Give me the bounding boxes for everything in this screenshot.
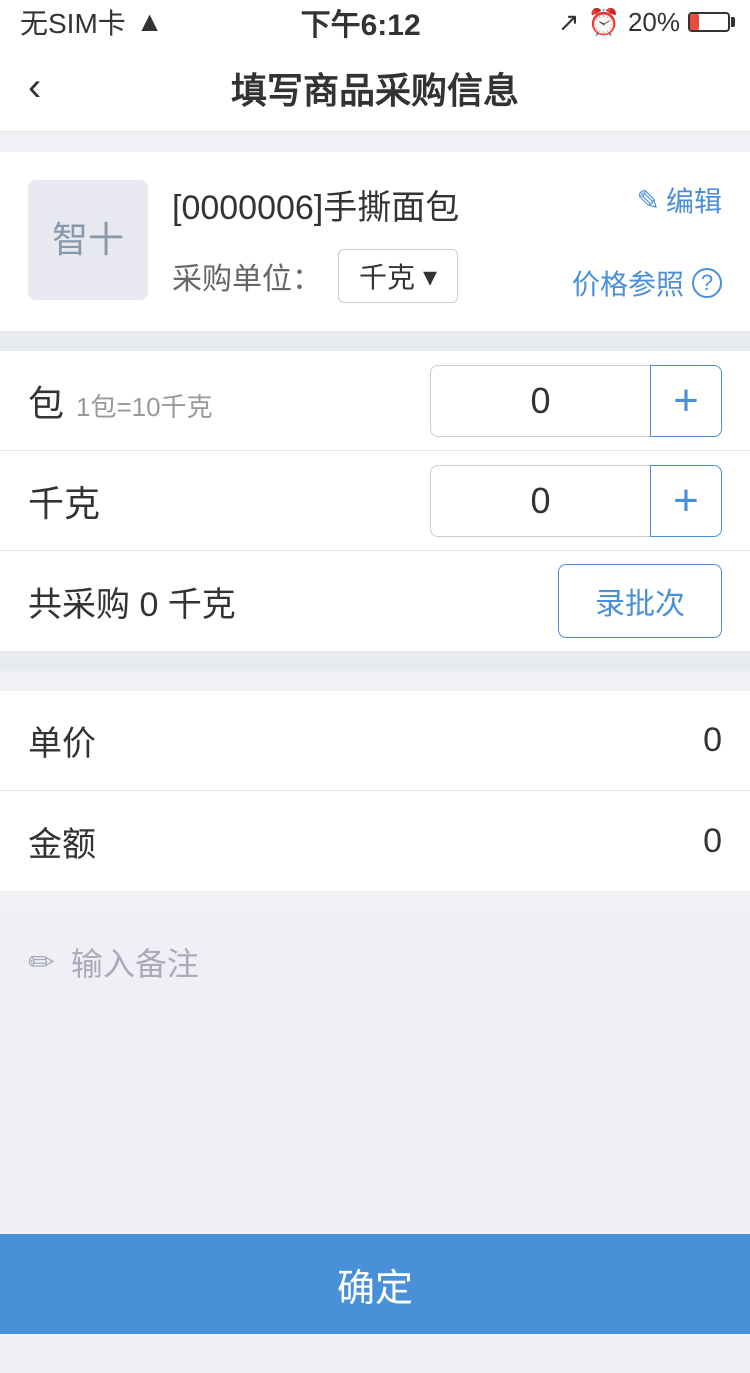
- kg-input-wrap: +: [430, 465, 722, 537]
- quantity-section: 包 1包=10千克 + 千克 +: [0, 351, 750, 551]
- quantity-row-bao: 包 1包=10千克 +: [0, 351, 750, 451]
- amount-value: 0: [703, 822, 722, 861]
- product-card: 智十 [0000006]手撕面包 采购单位： 千克 ▾ ✎ 编辑 价格参照 ?: [0, 152, 750, 331]
- price-ref-icon: ?: [692, 268, 722, 298]
- total-row: 共采购 0 千克 录批次: [0, 551, 750, 651]
- total-prefix: 共采购: [28, 586, 130, 624]
- quantity-row-kg: 千克 +: [0, 451, 750, 551]
- bao-label: 包: [28, 375, 64, 427]
- amount-row: 金额 0: [0, 791, 750, 891]
- product-image: 智十: [28, 180, 148, 300]
- price-ref-button[interactable]: 价格参照 ?: [572, 263, 722, 303]
- bao-input-wrap: +: [430, 365, 722, 437]
- section-divider-2: [0, 651, 750, 671]
- nav-title: 填写商品采购信息: [231, 62, 519, 114]
- wifi-icon: ▲: [136, 6, 164, 38]
- price-ref-label: 价格参照: [572, 263, 684, 303]
- bao-sublabel: 1包=10千克: [76, 387, 213, 424]
- back-button[interactable]: ‹: [28, 65, 41, 110]
- dropdown-arrow: ▾: [423, 260, 437, 293]
- edit-label: 编辑: [666, 180, 722, 220]
- bao-plus-button[interactable]: +: [650, 365, 722, 437]
- quantity-label-bao: 包 1包=10千克: [28, 375, 430, 427]
- bao-input[interactable]: [430, 365, 650, 437]
- kg-plus-button[interactable]: +: [650, 465, 722, 537]
- price-section: 单价 0 金额 0: [0, 691, 750, 891]
- status-left: 无SIM卡 ▲: [20, 2, 164, 42]
- alarm-icon: ⏰: [588, 7, 620, 38]
- status-bar: 无SIM卡 ▲ 下午6:12 ↗ ⏰ 20%: [0, 0, 750, 44]
- carrier-text: 无SIM卡: [20, 2, 126, 42]
- remark-section[interactable]: ✏ 输入备注: [0, 911, 750, 1013]
- battery-icon: [688, 12, 730, 32]
- status-time: 下午6:12: [301, 0, 421, 44]
- product-logo: 智十: [52, 218, 124, 261]
- confirm-button[interactable]: 确定: [0, 1234, 750, 1334]
- kg-label: 千克: [28, 475, 100, 527]
- quantity-label-kg: 千克: [28, 475, 430, 527]
- amount-label: 金额: [28, 817, 96, 866]
- total-amount: 0: [139, 586, 167, 624]
- unit-price-value: 0: [703, 721, 722, 760]
- unit-selector[interactable]: 千克 ▾: [338, 249, 458, 303]
- edit-button[interactable]: ✎ 编辑: [637, 180, 722, 220]
- confirm-label: 确定: [337, 1257, 413, 1312]
- batch-button[interactable]: 录批次: [558, 564, 722, 638]
- status-right: ↗ ⏰ 20%: [558, 7, 730, 38]
- total-unit: 千克: [168, 586, 236, 624]
- unit-price-label: 单价: [28, 716, 96, 765]
- kg-input[interactable]: [430, 465, 650, 537]
- section-divider-1: [0, 331, 750, 351]
- remark-placeholder: 输入备注: [71, 939, 199, 985]
- total-text: 共采购 0 千克: [28, 577, 236, 626]
- location-icon: ↗: [558, 7, 580, 38]
- unit-label: 采购单位：: [172, 254, 322, 298]
- pencil-icon: ✏: [28, 943, 55, 981]
- unit-price-row: 单价 0: [0, 691, 750, 791]
- battery-percent: 20%: [628, 7, 680, 38]
- unit-value: 千克: [359, 256, 415, 296]
- nav-bar: ‹ 填写商品采购信息: [0, 44, 750, 132]
- edit-icon: ✎: [637, 184, 660, 217]
